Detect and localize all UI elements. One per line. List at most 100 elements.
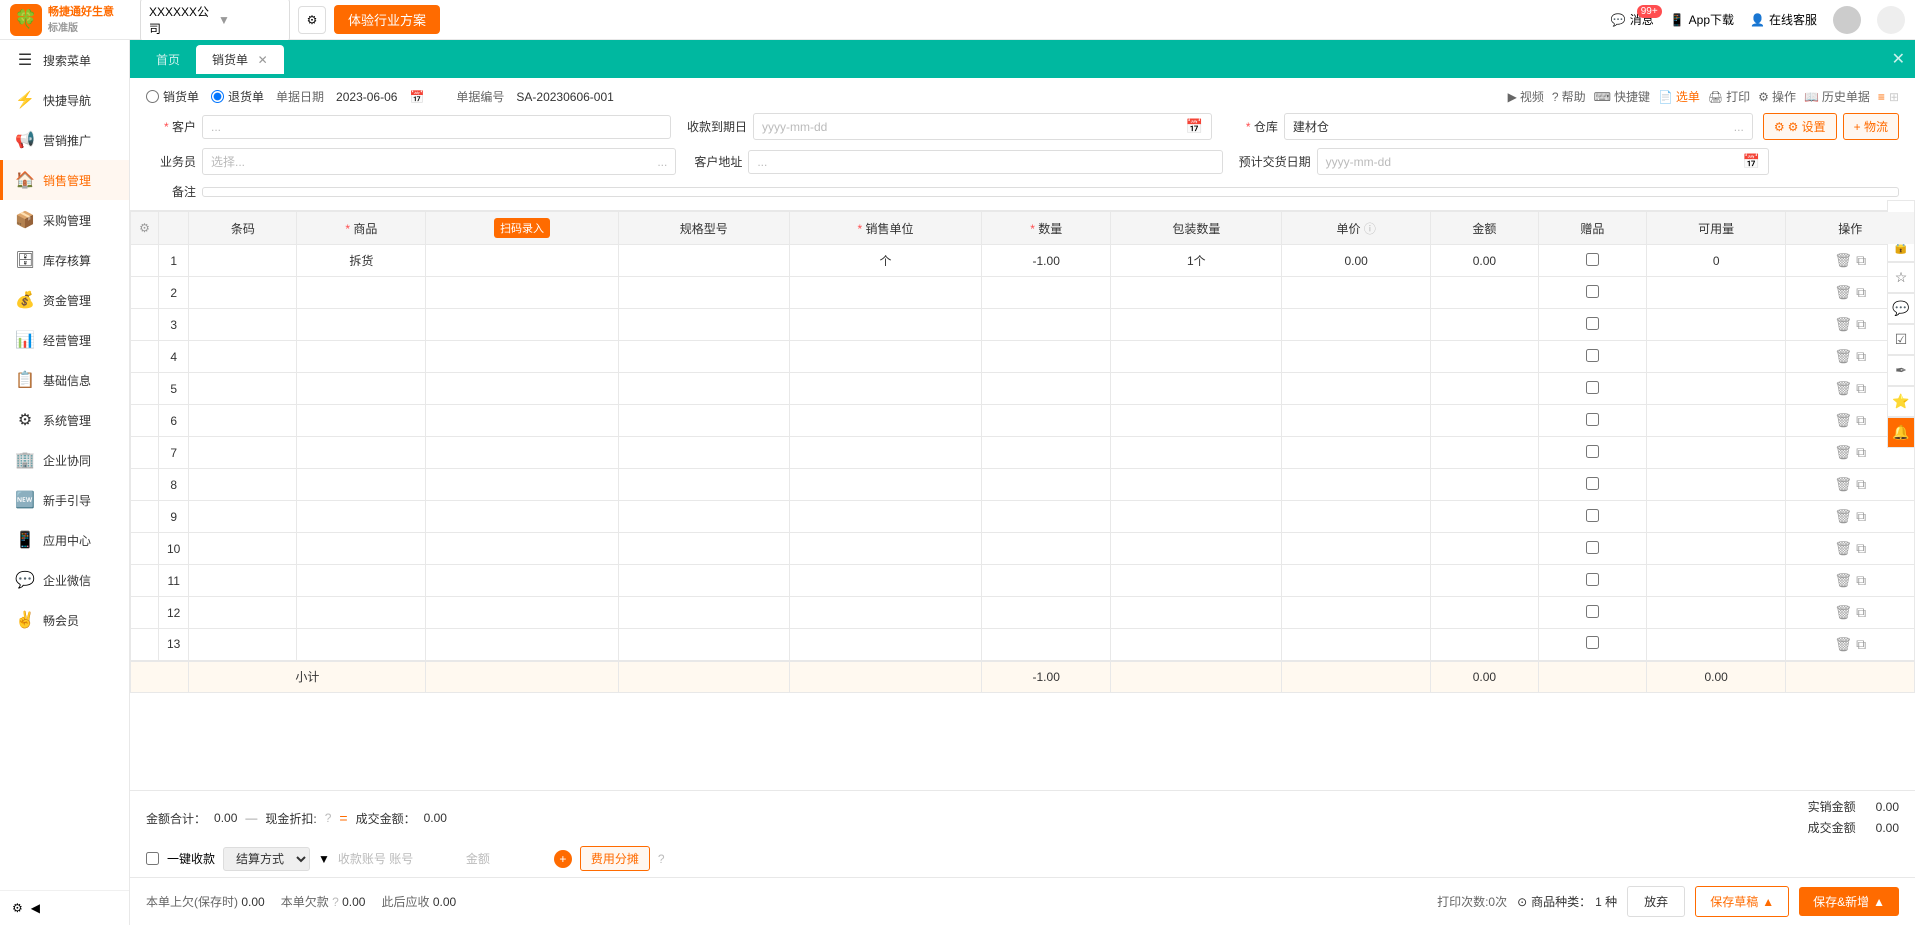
cell-amount-4[interactable] — [1430, 373, 1538, 405]
cell-price-2[interactable] — [1282, 309, 1430, 341]
cell-barcode-1[interactable] — [189, 277, 297, 309]
cell-unit-10[interactable] — [789, 565, 981, 597]
cell-product-5[interactable] — [297, 405, 426, 437]
sidebar-item-guide[interactable]: 🆕 新手引导 — [0, 480, 129, 520]
cell-spec-2[interactable] — [618, 309, 789, 341]
select-btn[interactable]: 📄 选单 — [1658, 88, 1700, 105]
cell-unit-12[interactable] — [789, 629, 981, 661]
company-selector[interactable]: XXXXXX公司 ▼ — [140, 0, 290, 42]
print-btn[interactable]: 🖨 打印 — [1708, 88, 1750, 105]
cell-pkg-qty-11[interactable] — [1111, 597, 1282, 629]
sidebar-item-apps[interactable]: 📱 应用中心 — [0, 520, 129, 560]
cell-spec-6[interactable] — [618, 437, 789, 469]
cell-unit-6[interactable] — [789, 437, 981, 469]
customer-addr-input[interactable]: ... — [748, 150, 1222, 174]
cell-unit-7[interactable] — [789, 469, 981, 501]
cell-spec-0[interactable] — [618, 245, 789, 277]
list-view-icon[interactable]: ≡ — [1878, 90, 1885, 104]
delete-row-icon[interactable]: 🗑 — [1834, 316, 1852, 333]
close-all-tabs-icon[interactable]: ✕ — [1892, 49, 1905, 69]
cell-price-0[interactable]: 0.00 — [1282, 245, 1430, 277]
copy-row-icon[interactable]: ⧉ — [1856, 636, 1866, 653]
cell-amount-7[interactable] — [1430, 469, 1538, 501]
amount-input[interactable]: 金额 — [466, 850, 546, 867]
delete-row-icon[interactable]: 🗑 — [1834, 636, 1852, 653]
customer-input[interactable]: ... — [202, 115, 671, 139]
cell-amount-8[interactable] — [1430, 501, 1538, 533]
sidebar-item-purchase[interactable]: 📦 采购管理 — [0, 200, 129, 240]
cell-barcode-2[interactable] — [189, 309, 297, 341]
cell-pkg-qty-7[interactable] — [1111, 469, 1282, 501]
cell-barcode-9[interactable] — [189, 533, 297, 565]
cell-spec-10[interactable] — [618, 565, 789, 597]
cell-price-7[interactable] — [1282, 469, 1430, 501]
app-download-button[interactable]: 📱 App下载 — [1670, 11, 1734, 28]
add-payment-button[interactable]: + — [554, 850, 572, 868]
copy-row-icon[interactable]: ⧉ — [1856, 412, 1866, 429]
expense-split-button[interactable]: 费用分摊 — [580, 846, 650, 871]
tab-sales-order[interactable]: 销货单 ✕ — [196, 45, 284, 74]
cell-pkg-qty-10[interactable] — [1111, 565, 1282, 597]
cell-gift-7[interactable] — [1538, 469, 1646, 501]
delete-row-icon[interactable]: 🗑 — [1834, 444, 1852, 461]
cell-gift-4[interactable] — [1538, 373, 1646, 405]
cell-pkg-qty-6[interactable] — [1111, 437, 1282, 469]
sidebar-item-operations[interactable]: 📊 经营管理 — [0, 320, 129, 360]
cell-spec-11[interactable] — [618, 597, 789, 629]
sidebar-item-inventory[interactable]: 🗄 库存核算 — [0, 240, 129, 280]
delete-row-icon[interactable]: 🗑 — [1834, 540, 1852, 557]
cell-price-6[interactable] — [1282, 437, 1430, 469]
expense-help-icon[interactable]: ? — [658, 852, 665, 866]
cell-spec-9[interactable] — [618, 533, 789, 565]
sidebar-item-enterprise[interactable]: 🏢 企业协同 — [0, 440, 129, 480]
cell-pkg-qty-1[interactable] — [1111, 277, 1282, 309]
cell-amount-6[interactable] — [1430, 437, 1538, 469]
cell-qty-0[interactable]: -1.00 — [982, 245, 1111, 277]
warehouse-input[interactable]: 建材仓 ... — [1284, 113, 1753, 140]
cell-product-2[interactable] — [297, 309, 426, 341]
total-debt-help[interactable]: ? — [332, 895, 339, 909]
cell-price-10[interactable] — [1282, 565, 1430, 597]
cell-spec-5[interactable] — [618, 405, 789, 437]
cell-qty-3[interactable] — [982, 341, 1111, 373]
rsb-star-icon[interactable]: ☆ — [1887, 262, 1915, 293]
cell-barcode-4[interactable] — [189, 373, 297, 405]
cell-qty-9[interactable] — [982, 533, 1111, 565]
cell-barcode-5[interactable] — [189, 405, 297, 437]
shortcut-btn[interactable]: ⌨ 快捷键 — [1594, 88, 1650, 105]
cell-amount-0[interactable]: 0.00 — [1430, 245, 1538, 277]
grid-view-icon[interactable]: ⊞ — [1889, 90, 1899, 104]
cell-price-3[interactable] — [1282, 341, 1430, 373]
cell-gift-11[interactable] — [1538, 597, 1646, 629]
cell-unit-0[interactable]: 个 — [789, 245, 981, 277]
delivery-date-calendar-icon[interactable]: 📅 — [1743, 153, 1760, 170]
sidebar-item-wechat[interactable]: 💬 企业微信 — [0, 560, 129, 600]
cell-price-4[interactable] — [1282, 373, 1430, 405]
discard-button[interactable]: 放弃 — [1627, 886, 1685, 917]
cell-gift-9[interactable] — [1538, 533, 1646, 565]
calendar-icon[interactable]: 📅 — [409, 90, 424, 104]
cell-barcode-11[interactable] — [189, 597, 297, 629]
cell-product-4[interactable] — [297, 373, 426, 405]
cell-spec-12[interactable] — [618, 629, 789, 661]
rsb-star2-icon[interactable]: ⭐ — [1887, 386, 1915, 417]
cell-product-12[interactable] — [297, 629, 426, 661]
cell-qty-12[interactable] — [982, 629, 1111, 661]
cell-barcode-10[interactable] — [189, 565, 297, 597]
sidebar-item-marketing[interactable]: 📢 营销推广 — [0, 120, 129, 160]
th-gear[interactable]: ⚙ — [131, 212, 159, 245]
cell-product-8[interactable] — [297, 501, 426, 533]
settings-icon[interactable]: ⚙ — [298, 6, 326, 34]
cell-gift-6[interactable] — [1538, 437, 1646, 469]
delete-row-icon[interactable]: 🗑 — [1834, 380, 1852, 397]
cell-unit-2[interactable] — [789, 309, 981, 341]
cell-amount-11[interactable] — [1430, 597, 1538, 629]
quick-payment-checkbox[interactable] — [146, 852, 159, 865]
cell-barcode-0[interactable] — [189, 245, 297, 277]
cell-qty-8[interactable] — [982, 501, 1111, 533]
delete-row-icon[interactable]: 🗑 — [1834, 476, 1852, 493]
delete-row-icon[interactable]: 🗑 — [1834, 284, 1852, 301]
payment-date-calendar-icon[interactable]: 📅 — [1185, 118, 1202, 135]
cell-pkg-qty-5[interactable] — [1111, 405, 1282, 437]
cell-amount-3[interactable] — [1430, 341, 1538, 373]
